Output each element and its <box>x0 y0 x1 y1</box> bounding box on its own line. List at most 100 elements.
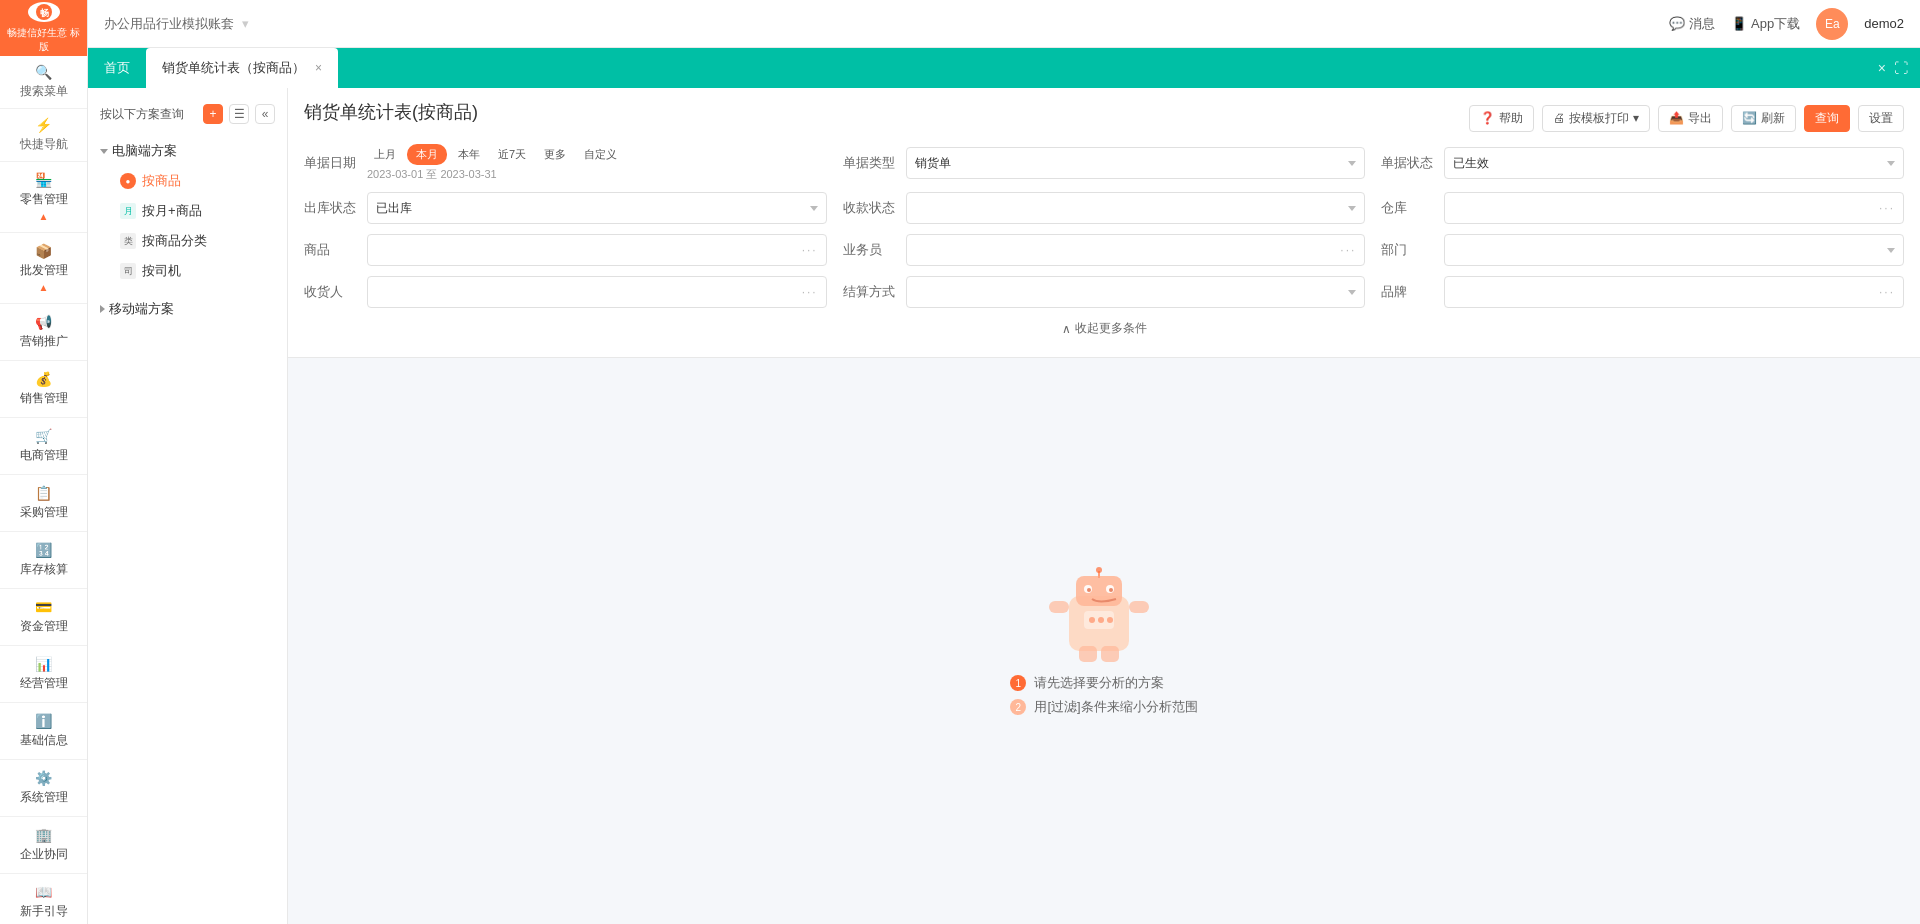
doc-type-select[interactable]: 销货单 <box>906 147 1366 179</box>
refresh-icon: 🔄 <box>1742 111 1757 125</box>
scheme-settings-btn[interactable]: ☰ <box>229 104 249 124</box>
settle-select[interactable] <box>906 276 1366 308</box>
filter-row-goods: 商品 ··· <box>304 234 827 266</box>
user-avatar[interactable]: Ea <box>1816 8 1848 40</box>
collapse-label: 收起更多条件 <box>1075 320 1147 337</box>
settings-btn[interactable]: 设置 <box>1858 105 1904 132</box>
date-last-month[interactable]: 上月 <box>367 144 403 165</box>
app-icon: 📱 <box>1731 16 1747 31</box>
doc-status-label: 单据状态 <box>1381 154 1436 172</box>
sidebar-quicknav[interactable]: ⚡ 快捷导航 <box>0 109 87 162</box>
sidebar-item-purchase[interactable]: 📋 采购管理 <box>0 475 87 532</box>
sidebar-item-marketing[interactable]: 📢 营销推广 <box>0 304 87 361</box>
refresh-label: 刷新 <box>1761 110 1785 127</box>
query-label: 查询 <box>1815 110 1839 127</box>
export-btn[interactable]: 📤 导出 <box>1658 105 1723 132</box>
date-7days[interactable]: 近7天 <box>491 144 533 165</box>
goods-label: 商品 <box>304 241 359 259</box>
tab-window-close[interactable]: × <box>1878 60 1886 76</box>
doc-status-select[interactable]: 已生效 <box>1444 147 1904 179</box>
scheme-parent-pc[interactable]: 电脑端方案 <box>88 136 287 166</box>
tab-sales-stats-label: 销货单统计表（按商品） <box>162 59 305 77</box>
out-status-label: 出库状态 <box>304 199 359 217</box>
out-status-select[interactable]: 已出库 <box>367 192 827 224</box>
message-action[interactable]: 💬 消息 <box>1669 15 1715 33</box>
scheme-pc-section: 电脑端方案 ● 按商品 月 按月+商品 类 <box>88 132 287 290</box>
scheme-by-goods-label: 按商品 <box>142 172 181 190</box>
out-status-value: 已出库 <box>376 200 412 217</box>
empty-tip-2: 2 用[过滤]条件来缩小分析范围 <box>1010 698 1197 716</box>
tab-close-btn[interactable]: × <box>315 61 322 75</box>
refresh-btn[interactable]: 🔄 刷新 <box>1731 105 1796 132</box>
left-panel: 按以下方案查询 + ☰ « 电脑端方案 <box>88 88 288 924</box>
empty-tip-1: 1 请先选择要分析的方案 <box>1010 674 1197 692</box>
tab-home[interactable]: 首页 <box>88 48 146 88</box>
receiver-label: 收货人 <box>304 283 359 301</box>
print-label: 按模板打印 <box>1569 110 1629 127</box>
sidebar-search[interactable]: 🔍 搜索菜单 <box>0 56 87 109</box>
print-btn[interactable]: 🖨 按模板打印 ▾ <box>1542 105 1650 132</box>
sidebar-item-finance[interactable]: 💳 资金管理 <box>0 589 87 646</box>
scheme-by-month-goods-label: 按月+商品 <box>142 202 202 220</box>
sidebar-item-wholesale[interactable]: 📦 批发管理 ▲ <box>0 233 87 304</box>
sidebar-item-sales[interactable]: 💰 销售管理 <box>0 361 87 418</box>
main-wrap: 办公用品行业模拟账套 ▾ 💬 消息 📱 App下载 Ea demo2 首页 销货… <box>88 0 1920 924</box>
scheme-by-driver[interactable]: 司 按司机 <box>88 256 287 286</box>
right-main: 销货单统计表(按商品) ❓ 帮助 🖨 按模板打印 ▾ 📤 <box>288 88 1920 924</box>
query-btn[interactable]: 查询 <box>1804 105 1850 132</box>
add-scheme-btn[interactable]: + <box>203 104 223 124</box>
message-label: 消息 <box>1689 15 1715 33</box>
app-logo: 畅 畅捷信好生意 标版 <box>0 0 87 56</box>
scheme-by-category[interactable]: 类 按商品分类 <box>88 226 287 256</box>
settle-chevron <box>1348 290 1356 295</box>
help-btn[interactable]: ❓ 帮助 <box>1469 105 1534 132</box>
filter-row-dept: 部门 <box>1381 234 1904 266</box>
scheme-icon-month: 月 <box>120 203 136 219</box>
dept-select[interactable] <box>1444 234 1904 266</box>
svg-point-7 <box>1109 588 1113 592</box>
filter-row-doc-status: 单据状态 已生效 <box>1381 144 1904 182</box>
doc-type-chevron <box>1348 161 1356 166</box>
help-icon: ❓ <box>1480 111 1495 125</box>
scheme-by-month-goods[interactable]: 月 按月+商品 <box>88 196 287 226</box>
tab-sales-stats[interactable]: 销货单统计表（按商品） × <box>146 48 338 88</box>
sidebar-item-basic[interactable]: ℹ️ 基础信息 <box>0 703 87 760</box>
receiver-input[interactable]: ··· <box>367 276 827 308</box>
sidebar-item-retail[interactable]: 🏪 零售管理 ▲ <box>0 162 87 233</box>
doc-status-value: 已生效 <box>1453 155 1489 172</box>
user-name: demo2 <box>1864 16 1904 31</box>
sidebar-item-ecommerce[interactable]: 🛒 电商管理 <box>0 418 87 475</box>
scheme-parent-mobile-label: 移动端方案 <box>109 300 174 318</box>
tab-home-label: 首页 <box>104 59 130 77</box>
scheme-active-icon: ● <box>120 173 136 189</box>
scheme-by-goods[interactable]: ● 按商品 <box>88 166 287 196</box>
sidebar-item-guide[interactable]: 📖 新手引导 <box>0 874 87 924</box>
brand-input[interactable]: ··· <box>1444 276 1904 308</box>
date-more[interactable]: 更多 <box>537 144 573 165</box>
salesperson-input[interactable]: ··· <box>906 234 1366 266</box>
date-this-year[interactable]: 本年 <box>451 144 487 165</box>
sidebar-item-inventory[interactable]: 🔢 库存核算 <box>0 532 87 589</box>
sidebar-item-enterprise[interactable]: 🏢 企业协同 <box>0 817 87 874</box>
scheme-by-driver-label: 按司机 <box>142 262 181 280</box>
svg-rect-8 <box>1049 601 1069 613</box>
scheme-parent-mobile[interactable]: 移动端方案 <box>88 294 287 324</box>
doc-status-chevron <box>1887 161 1895 166</box>
date-this-month[interactable]: 本月 <box>407 144 447 165</box>
collect-status-select[interactable] <box>906 192 1366 224</box>
collapse-bar[interactable]: ∧ 收起更多条件 <box>304 312 1904 345</box>
left-panel-title: 按以下方案查询 <box>100 106 184 123</box>
tab-bar: 首页 销货单统计表（按商品） × × ⛶ <box>88 48 1920 88</box>
sidebar-item-system[interactable]: ⚙️ 系统管理 <box>0 760 87 817</box>
sidebar: 畅 畅捷信好生意 标版 🔍 搜索菜单 ⚡ 快捷导航 🏪 零售管理 ▲ 📦 批发管… <box>0 0 88 924</box>
sidebar-item-operations[interactable]: 📊 经营管理 <box>0 646 87 703</box>
export-label: 导出 <box>1688 110 1712 127</box>
date-custom[interactable]: 自定义 <box>577 144 624 165</box>
tab-window-expand[interactable]: ⛶ <box>1894 60 1908 76</box>
collapse-panel-btn[interactable]: « <box>255 104 275 124</box>
goods-input[interactable]: ··· <box>367 234 827 266</box>
date-filter: 上月 本月 本年 近7天 更多 自定义 2023-03-01 至 2023-03… <box>367 144 827 182</box>
filter-row-out-status: 出库状态 已出库 <box>304 192 827 224</box>
app-download-action[interactable]: 📱 App下载 <box>1731 15 1800 33</box>
warehouse-input[interactable]: ··· <box>1444 192 1904 224</box>
